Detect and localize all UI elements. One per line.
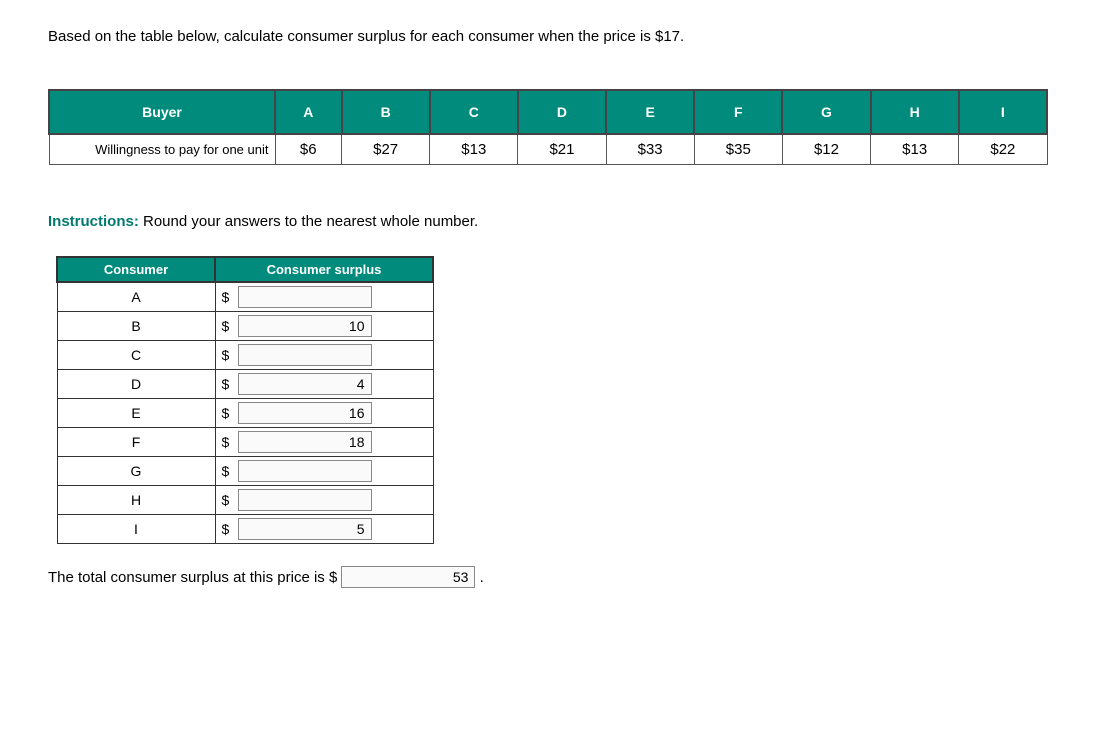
wtp-value-E: $33: [606, 134, 694, 165]
surplus-input-B[interactable]: [238, 315, 372, 337]
instructions-label: Instructions:: [48, 213, 139, 230]
surplus-consumer-A: A: [57, 282, 215, 312]
buyer-col-G: G: [782, 90, 870, 134]
surplus-input-A[interactable]: [238, 286, 372, 308]
wtp-value-D: $21: [518, 134, 606, 165]
surplus-consumer-G: G: [57, 457, 215, 486]
surplus-row-D: D $: [57, 370, 433, 399]
surplus-consumer-F: F: [57, 428, 215, 457]
surplus-value-cell-B: $: [215, 312, 433, 341]
buyer-col-A: A: [275, 90, 342, 134]
instructions: Instructions: Round your answers to the …: [48, 213, 1065, 230]
dollar-sign: $: [222, 521, 236, 537]
surplus-value-cell-A: $: [215, 282, 433, 312]
wtp-data-row: Willingness to pay for one unit $6 $27 $…: [49, 134, 1047, 165]
surplus-row-E: E $: [57, 399, 433, 428]
surplus-consumer-D: D: [57, 370, 215, 399]
dollar-sign: $: [222, 347, 236, 363]
wtp-value-C: $13: [430, 134, 518, 165]
surplus-input-F[interactable]: [238, 431, 372, 453]
surplus-input-H[interactable]: [238, 489, 372, 511]
surplus-input-D[interactable]: [238, 373, 372, 395]
buyer-col-D: D: [518, 90, 606, 134]
total-surplus-input[interactable]: [341, 566, 475, 588]
dollar-sign: $: [222, 318, 236, 334]
wtp-header-row: Buyer A B C D E F G H I: [49, 90, 1047, 134]
surplus-header-consumer: Consumer: [57, 257, 215, 282]
surplus-input-G[interactable]: [238, 460, 372, 482]
surplus-row-I: I $: [57, 515, 433, 544]
wtp-value-A: $6: [275, 134, 342, 165]
buyer-col-E: E: [606, 90, 694, 134]
dollar-sign: $: [222, 434, 236, 450]
buyer-col-C: C: [430, 90, 518, 134]
dollar-sign: $: [222, 405, 236, 421]
wtp-value-H: $13: [871, 134, 959, 165]
wtp-value-F: $35: [694, 134, 782, 165]
surplus-value-cell-F: $: [215, 428, 433, 457]
dollar-sign: $: [222, 376, 236, 392]
surplus-row-A: A $: [57, 282, 433, 312]
buyer-col-B: B: [342, 90, 430, 134]
total-suffix: .: [475, 569, 483, 586]
surplus-consumer-I: I: [57, 515, 215, 544]
surplus-input-I[interactable]: [238, 518, 372, 540]
wtp-value-B: $27: [342, 134, 430, 165]
surplus-header-row: Consumer Consumer surplus: [57, 257, 433, 282]
surplus-row-F: F $: [57, 428, 433, 457]
buyer-header: Buyer: [49, 90, 275, 134]
dollar-sign: $: [222, 463, 236, 479]
surplus-value-cell-D: $: [215, 370, 433, 399]
buyer-col-H: H: [871, 90, 959, 134]
surplus-input-E[interactable]: [238, 402, 372, 424]
total-prefix: The total consumer surplus at this price…: [48, 569, 337, 586]
wtp-value-I: $22: [959, 134, 1047, 165]
surplus-value-cell-E: $: [215, 399, 433, 428]
question-prompt: Based on the table below, calculate cons…: [48, 28, 1065, 45]
surplus-value-cell-H: $: [215, 486, 433, 515]
total-surplus-line: The total consumer surplus at this price…: [48, 566, 1065, 588]
buyer-col-F: F: [694, 90, 782, 134]
surplus-row-B: B $: [57, 312, 433, 341]
surplus-table: Consumer Consumer surplus A $ B $ C $ D …: [56, 256, 434, 544]
dollar-sign: $: [222, 289, 236, 305]
dollar-sign: $: [222, 492, 236, 508]
surplus-input-C[interactable]: [238, 344, 372, 366]
buyer-col-I: I: [959, 90, 1047, 134]
wtp-table: Buyer A B C D E F G H I Willingness to p…: [48, 89, 1048, 165]
surplus-value-cell-C: $: [215, 341, 433, 370]
surplus-consumer-C: C: [57, 341, 215, 370]
surplus-consumer-H: H: [57, 486, 215, 515]
surplus-consumer-E: E: [57, 399, 215, 428]
surplus-header-value: Consumer surplus: [215, 257, 433, 282]
surplus-row-C: C $: [57, 341, 433, 370]
surplus-value-cell-I: $: [215, 515, 433, 544]
wtp-row-label: Willingness to pay for one unit: [49, 134, 275, 165]
surplus-consumer-B: B: [57, 312, 215, 341]
surplus-row-H: H $: [57, 486, 433, 515]
surplus-value-cell-G: $: [215, 457, 433, 486]
instructions-text: Round your answers to the nearest whole …: [139, 213, 478, 230]
wtp-value-G: $12: [782, 134, 870, 165]
surplus-row-G: G $: [57, 457, 433, 486]
